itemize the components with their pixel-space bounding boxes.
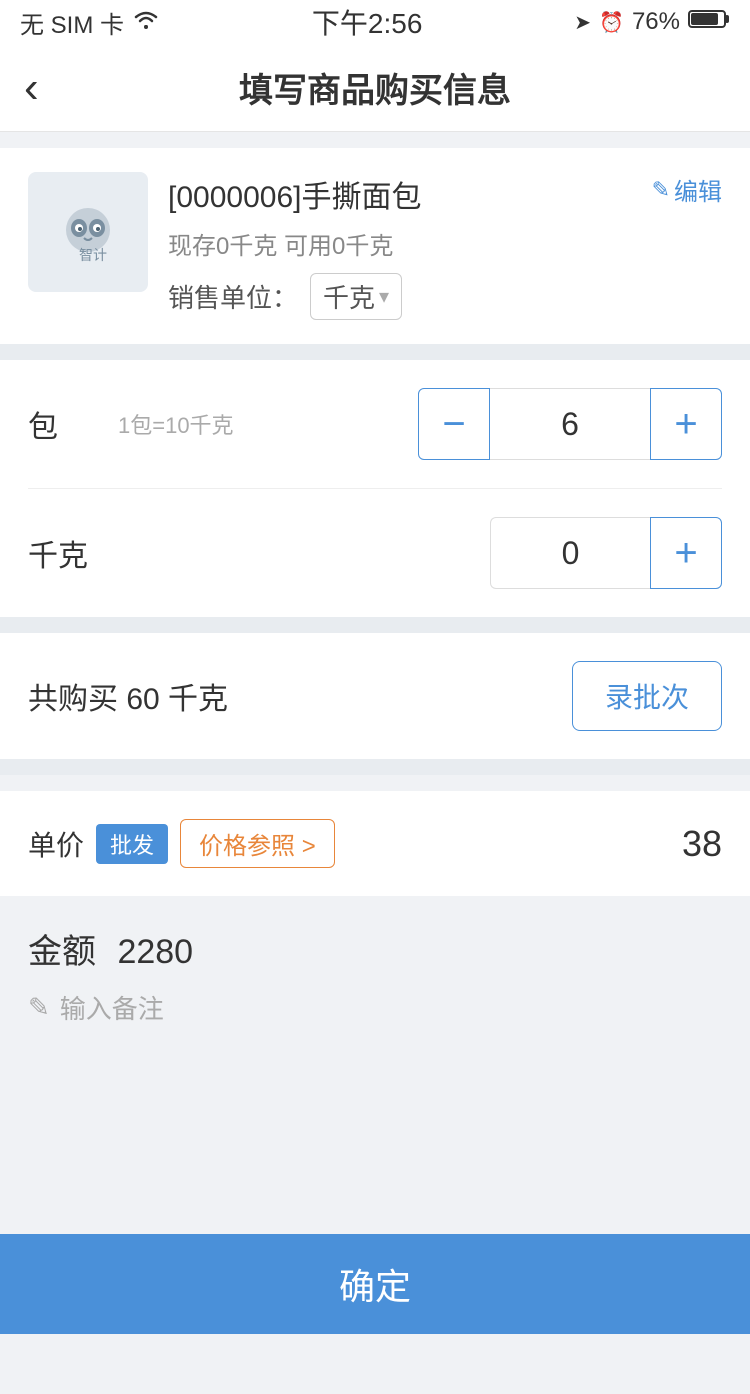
kg-controls: + <box>490 517 722 589</box>
product-info: [0000006]手撕面包 ✎ 编辑 现存0千克 可用0千克 销售单位： 千克 … <box>168 172 722 320</box>
edit-button[interactable]: ✎ 编辑 <box>652 172 722 207</box>
unit-label: 销售单位： <box>168 278 298 315</box>
edit-icon: ✎ <box>652 177 670 203</box>
status-time: 下午2:56 <box>312 2 423 42</box>
kg-input[interactable] <box>490 517 650 589</box>
amount-label: 金额 <box>28 933 96 971</box>
bottom-fill <box>0 1054 750 1394</box>
nav-bar: ‹ 填写商品购买信息 <box>0 44 750 132</box>
separator-3 <box>0 759 750 775</box>
bao-label: 包 <box>28 402 108 446</box>
location-icon: ➤ <box>574 10 591 35</box>
wifi-icon <box>132 8 160 37</box>
confirm-button[interactable]: 确定 <box>0 1234 750 1334</box>
kg-input-row: 千克 + <box>28 489 722 617</box>
input-section: 包 1包=10千克 − + 千克 + <box>0 360 750 617</box>
product-card: 智计 [0000006]手撕面包 ✎ 编辑 现存0千克 可用0千克 销售单位： … <box>0 148 750 344</box>
price-tag: 批发 <box>96 824 168 864</box>
status-bar: 无 SIM 卡 下午2:56 ➤ ⏰ 76% <box>0 0 750 44</box>
separator-1 <box>0 344 750 360</box>
amount-row: 金额 2280 <box>28 924 722 973</box>
bao-minus-button[interactable]: − <box>418 388 490 460</box>
alarm-icon: ⏰ <box>599 10 624 35</box>
product-name: [0000006]手撕面包 <box>168 172 421 216</box>
batch-button[interactable]: 录批次 <box>572 661 722 731</box>
price-ref-button[interactable]: 价格参照 > <box>180 819 335 868</box>
product-unit-row: 销售单位： 千克 ▾ <box>168 273 722 320</box>
sim-label: 无 SIM 卡 <box>20 5 124 40</box>
summary-section: 共购买 60 千克 录批次 <box>0 633 750 759</box>
bao-hint: 1包=10千克 <box>118 408 234 440</box>
price-value: 38 <box>682 823 722 865</box>
product-image: 智计 <box>28 172 148 292</box>
chevron-down-icon: ▾ <box>379 284 389 309</box>
bao-input[interactable] <box>490 388 650 460</box>
separator-2 <box>0 617 750 633</box>
unit-select[interactable]: 千克 ▾ <box>310 273 402 320</box>
back-button[interactable]: ‹ <box>24 63 39 113</box>
bao-input-row: 包 1包=10千克 − + <box>28 360 722 489</box>
amount-value: 2280 <box>117 933 193 971</box>
battery-text: 76% <box>632 8 680 36</box>
kg-plus-button[interactable]: + <box>650 517 722 589</box>
remark-input[interactable]: 输入备注 <box>60 989 164 1026</box>
page-title: 填写商品购买信息 <box>239 63 511 112</box>
status-right: ➤ ⏰ 76% <box>574 8 730 37</box>
remark-row[interactable]: ✎ 输入备注 <box>28 989 722 1026</box>
svg-text:智计: 智计 <box>79 247 107 262</box>
summary-text: 共购买 60 千克 <box>28 674 228 718</box>
price-section: 单价 批发 价格参照 > 38 <box>0 791 750 896</box>
kg-label: 千克 <box>28 531 108 575</box>
price-label: 单价 <box>28 824 84 864</box>
battery-icon <box>688 8 730 37</box>
bao-plus-button[interactable]: + <box>650 388 722 460</box>
bao-controls: − + <box>418 388 722 460</box>
status-left: 无 SIM 卡 <box>20 5 160 40</box>
product-stock: 现存0千克 可用0千克 <box>168 226 722 261</box>
amount-section: 金额 2280 ✎ 输入备注 <box>0 896 750 1054</box>
remark-icon: ✎ <box>28 992 50 1023</box>
